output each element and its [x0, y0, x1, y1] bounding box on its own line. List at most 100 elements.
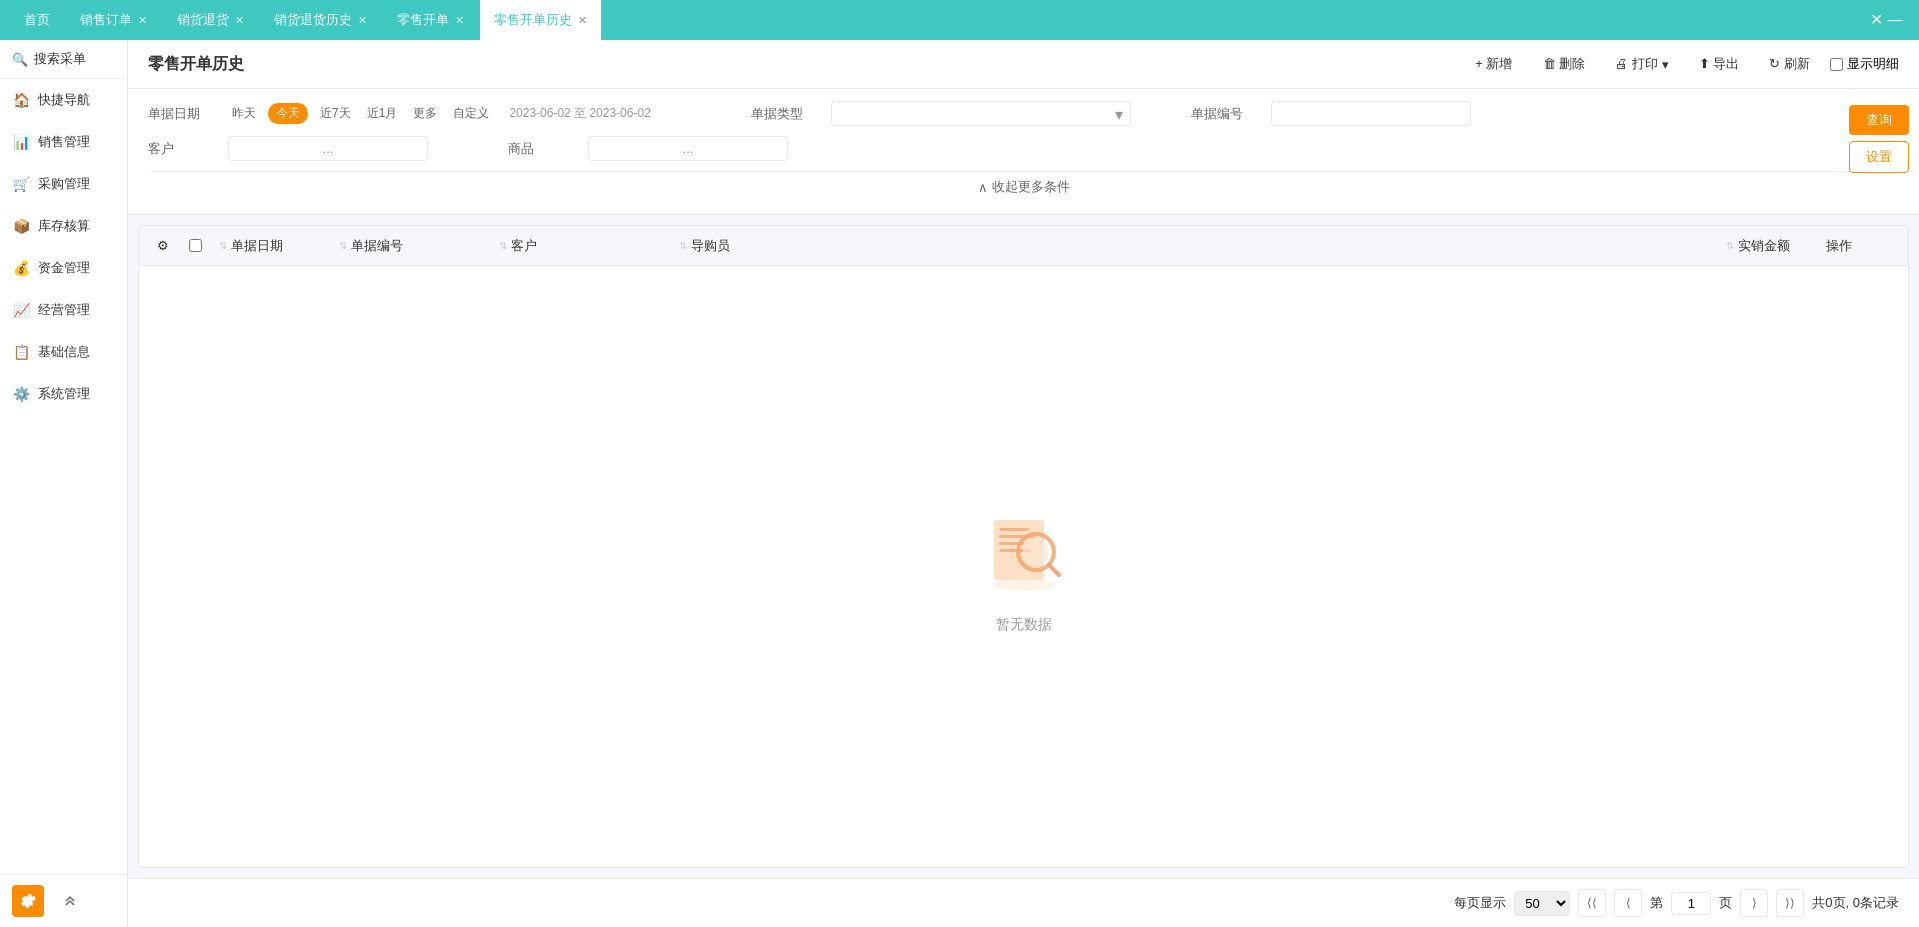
th-checkbox[interactable]: [181, 239, 211, 252]
tab-close-retail-open-history[interactable]: ✕: [578, 14, 587, 27]
sidebar-item-label: 基础信息: [38, 343, 90, 361]
sidebar-item-inventory[interactable]: 📦 库存核算: [0, 205, 127, 247]
th-guide-label: 导购员: [691, 237, 730, 255]
page-label-before: 第: [1650, 894, 1663, 912]
sidebar-item-sales-mgmt[interactable]: 📊 销售管理: [0, 121, 127, 163]
th-order-number[interactable]: ⇅ 单据编号: [331, 237, 491, 255]
home-icon: 🏠: [12, 91, 30, 109]
doc-icon: 📋: [12, 343, 30, 361]
sidebar: 🔍 搜索采单 🏠 快捷导航 📊 销售管理 🛒 采购管理 📦 库存核算 💰 资金管…: [0, 40, 128, 927]
per-page-select[interactable]: 10 20 50 100: [1514, 891, 1570, 916]
th-action-label: 操作: [1826, 237, 1852, 255]
filter-row-2: 客户 ... 商品 ...: [148, 136, 1899, 161]
bill-number-input[interactable]: [1271, 101, 1471, 126]
date-today[interactable]: 今天: [268, 103, 308, 124]
tab-sales-return[interactable]: 销货退货 ✕: [163, 0, 258, 40]
th-customer-label: 客户: [511, 237, 537, 255]
svg-rect-2: [999, 528, 1029, 531]
query-setting-buttons: 查询 设置: [1849, 105, 1909, 173]
sort-icon-customer: ⇅: [499, 240, 507, 251]
select-all-checkbox[interactable]: [189, 239, 202, 252]
th-settings[interactable]: ⚙: [149, 238, 181, 253]
tab-home[interactable]: 首页: [10, 0, 64, 40]
th-order-label: 单据编号: [351, 237, 403, 255]
sidebar-item-purchase-mgmt[interactable]: 🛒 采购管理: [0, 163, 127, 205]
export-button[interactable]: ⬆ 导出: [1689, 50, 1750, 78]
sidebar-item-label: 采购管理: [38, 175, 90, 193]
sidebar-item-finance[interactable]: 💰 资金管理: [0, 247, 127, 289]
sort-icon-guide: ⇅: [679, 240, 687, 251]
sidebar-item-label: 快捷导航: [38, 91, 90, 109]
sort-icon-amount: ⇅: [1726, 240, 1734, 251]
print-label: 🖨 打印: [1615, 55, 1658, 73]
show-detail-label: 显示明细: [1847, 55, 1899, 73]
add-button[interactable]: + 新增: [1465, 50, 1522, 78]
collapse-sidebar-button[interactable]: [54, 885, 86, 917]
sidebar-bottom: [0, 874, 127, 927]
collapse-label: 收起更多条件: [992, 178, 1070, 196]
trending-icon: 📈: [12, 301, 30, 319]
sidebar-search-label: 搜索采单: [34, 50, 86, 68]
filter-row-1: 单据日期 昨天 今天 近7天 近1月 更多 自定义 2023-06-02 至 2…: [148, 101, 1899, 126]
tab-sales-return-history[interactable]: 销货退货历史 ✕: [260, 0, 381, 40]
sidebar-item-quick-nav[interactable]: 🏠 快捷导航: [0, 79, 127, 121]
setting-button[interactable]: 设置: [1849, 141, 1909, 173]
settings-button[interactable]: [12, 885, 44, 917]
date-7days[interactable]: 近7天: [316, 103, 355, 124]
date-yesterday[interactable]: 昨天: [228, 103, 260, 124]
search-icon: 🔍: [12, 52, 28, 67]
sidebar-item-label: 系统管理: [38, 385, 90, 403]
tab-close-sales-return[interactable]: ✕: [235, 14, 244, 27]
sidebar-search[interactable]: 🔍 搜索采单: [0, 40, 127, 79]
date-custom[interactable]: 自定义: [449, 103, 493, 124]
query-button[interactable]: 查询: [1849, 105, 1909, 135]
table-settings-icon: ⚙: [157, 238, 169, 253]
money-icon: 💰: [12, 259, 30, 277]
th-guide[interactable]: ⇅ 导购员: [671, 237, 791, 255]
tab-retail-open-history[interactable]: 零售开单历史 ✕: [480, 0, 601, 40]
cart-icon: 🛒: [12, 175, 30, 193]
sidebar-item-operations[interactable]: 📈 经营管理: [0, 289, 127, 331]
sidebar-item-label: 经营管理: [38, 301, 90, 319]
sidebar-item-label: 资金管理: [38, 259, 90, 277]
th-amount-label: 实销金额: [1738, 237, 1790, 255]
bill-type-filter-label: 单据类型: [751, 105, 811, 123]
table-header: ⚙ ⇅ 单据日期 ⇅ 单据编号 ⇅ 客户 ⇅: [139, 226, 1908, 266]
show-detail-checkbox[interactable]: [1830, 58, 1843, 71]
prev-page-button[interactable]: ⟨: [1614, 889, 1642, 917]
th-customer[interactable]: ⇅ 客户: [491, 237, 671, 255]
gear-icon: ⚙️: [12, 385, 30, 403]
bill-type-select[interactable]: [831, 101, 1131, 126]
date-1month[interactable]: 近1月: [363, 103, 402, 124]
th-amount[interactable]: ⇅ 实销金额: [1718, 237, 1818, 255]
empty-text: 暂无数据: [996, 616, 1052, 634]
sidebar-item-label: 销售管理: [38, 133, 90, 151]
show-detail-checkbox-label[interactable]: 显示明细: [1830, 55, 1899, 73]
bill-number-filter-label: 单据编号: [1191, 105, 1251, 123]
sidebar-item-system-mgmt[interactable]: ⚙️ 系统管理: [0, 373, 127, 415]
next-page-button[interactable]: ⟩: [1740, 889, 1768, 917]
refresh-button[interactable]: ↻ 刷新: [1759, 50, 1820, 78]
date-more[interactable]: 更多: [409, 103, 441, 124]
top-nav: 首页 销售订单 ✕ 销货退货 ✕ 销货退货历史 ✕ 零售开单 ✕ 零售开单历史 …: [0, 0, 1919, 40]
delete-button[interactable]: 🗑 删除: [1533, 50, 1596, 78]
first-page-button[interactable]: ⟨⟨: [1578, 889, 1606, 917]
tab-close-retail-open[interactable]: ✕: [455, 14, 464, 27]
tab-close-sales-return-history[interactable]: ✕: [358, 14, 367, 27]
customer-select-button[interactable]: ...: [228, 136, 428, 161]
th-date[interactable]: ⇅ 单据日期: [211, 237, 331, 255]
tab-sales-order[interactable]: 销售订单 ✕: [66, 0, 161, 40]
tab-close-sales-order[interactable]: ✕: [138, 14, 147, 27]
pagination: 每页显示 10 20 50 100 ⟨⟨ ⟨ 第 页 ⟩ ⟩⟩ 共0页, 0条记…: [128, 878, 1919, 927]
empty-state: 暂无数据: [139, 266, 1908, 867]
goods-select-button[interactable]: ...: [588, 136, 788, 161]
sidebar-item-basic-info[interactable]: 📋 基础信息: [0, 331, 127, 373]
tab-retail-open[interactable]: 零售开单 ✕: [383, 0, 478, 40]
collapse-filter-button[interactable]: ∧ 收起更多条件: [148, 171, 1899, 202]
total-info: 共0页, 0条记录: [1812, 894, 1899, 912]
print-button[interactable]: 🖨 打印 ▾: [1605, 50, 1679, 78]
window-close-button[interactable]: ✕ —: [1870, 10, 1903, 29]
current-page-input[interactable]: [1671, 892, 1711, 915]
last-page-button[interactable]: ⟩⟩: [1776, 889, 1804, 917]
sidebar-item-label: 库存核算: [38, 217, 90, 235]
